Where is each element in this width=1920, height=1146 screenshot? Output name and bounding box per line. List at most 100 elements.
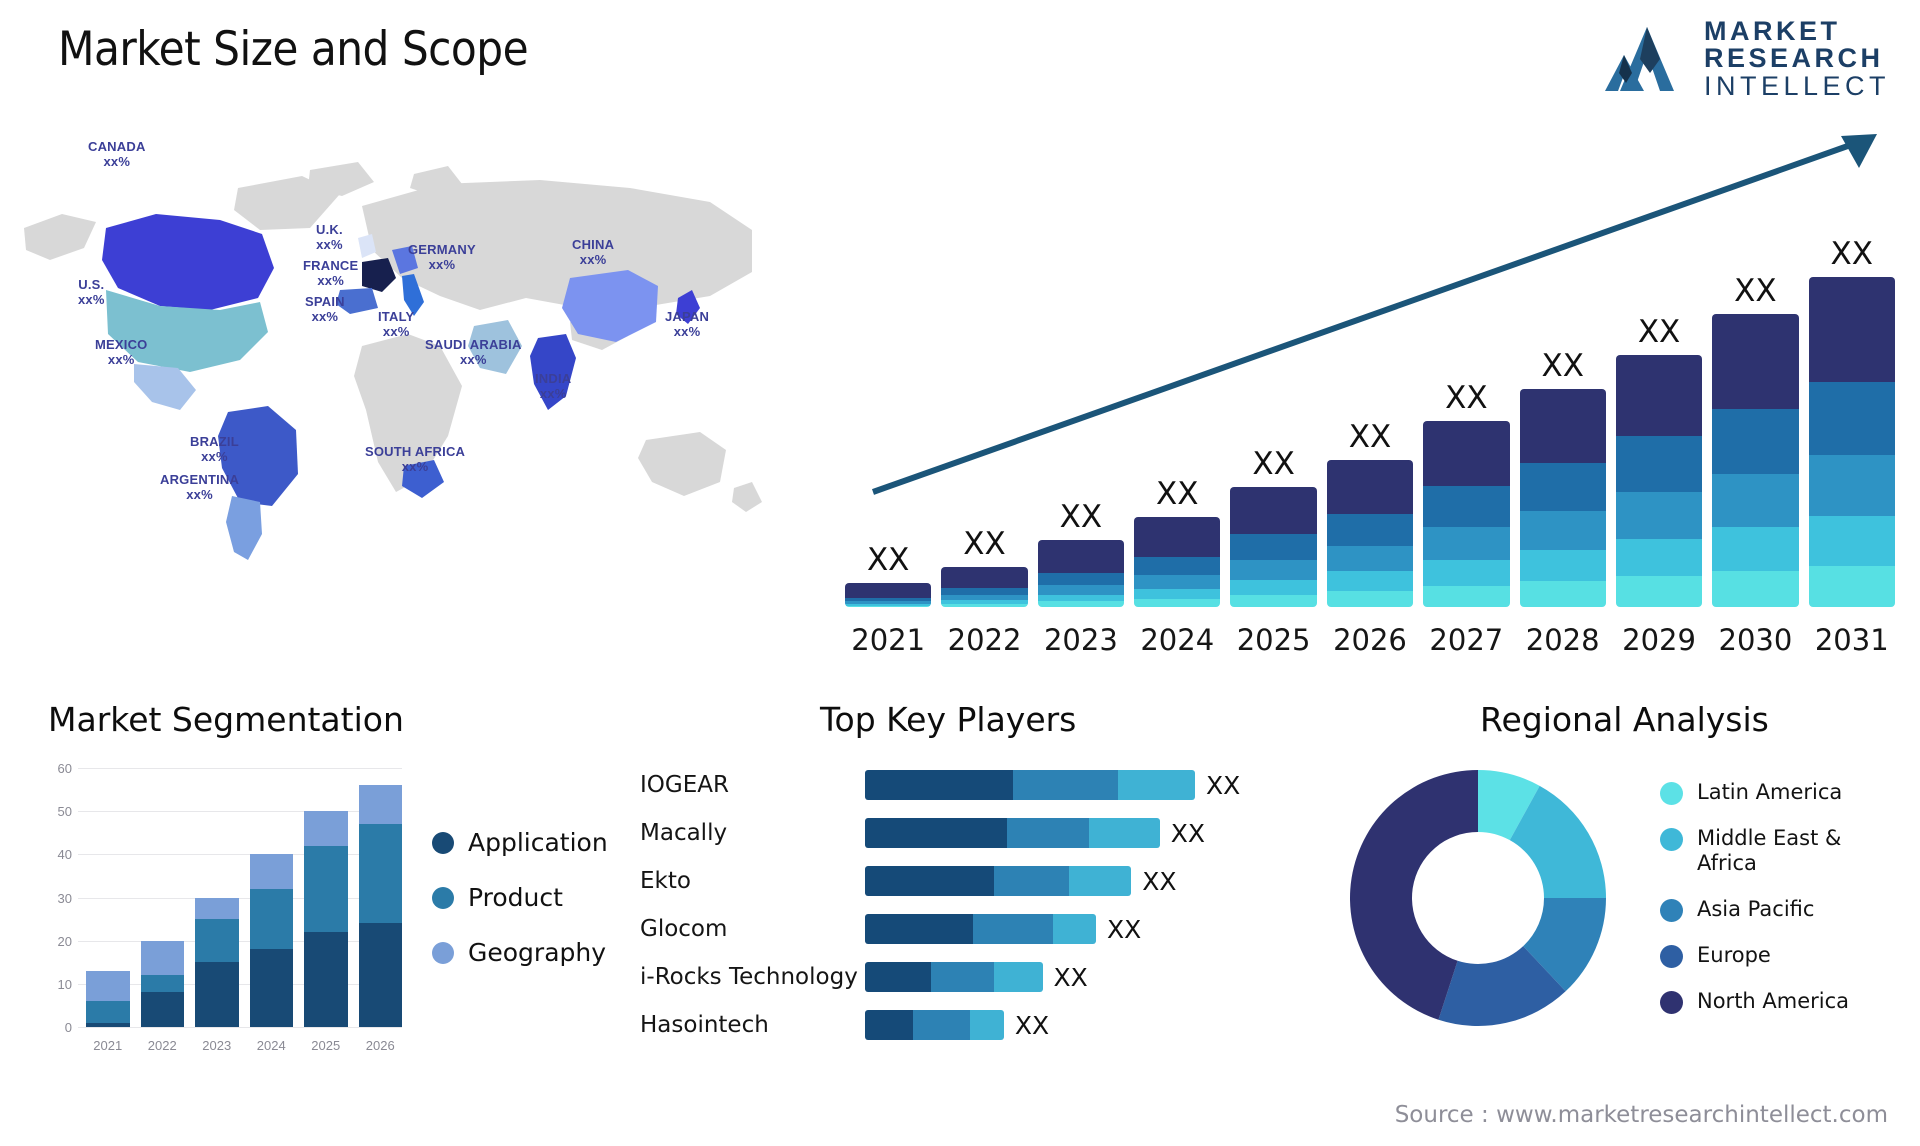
segmentation-bar-column bbox=[140, 768, 184, 1027]
forecast-bar-column: XX bbox=[1808, 217, 1895, 607]
forecast-bar-segment bbox=[1615, 436, 1703, 493]
map-label-country: ITALY bbox=[378, 309, 415, 324]
legend-color-dot-icon bbox=[1660, 898, 1683, 922]
forecast-bar-column: XX bbox=[1037, 217, 1125, 607]
player-value: XX bbox=[1142, 866, 1177, 896]
segmentation-y-tick: 60 bbox=[57, 761, 72, 776]
segmentation-bar-segment bbox=[249, 888, 293, 950]
player-bar-segment bbox=[993, 866, 1069, 896]
player-name: i-Rocks Technology bbox=[640, 964, 858, 990]
forecast-bar-segment bbox=[1808, 381, 1895, 456]
forecast-year-label: 2028 bbox=[1525, 623, 1600, 657]
segmentation-legend-item[interactable]: Product bbox=[432, 883, 608, 912]
segmentation-bar-segment bbox=[86, 970, 130, 1002]
forecast-bar bbox=[1037, 540, 1125, 607]
forecast-bar-segment bbox=[1615, 492, 1703, 539]
forecast-year-label: 2031 bbox=[1814, 623, 1889, 657]
player-bar-segment bbox=[1089, 818, 1160, 848]
forecast-year-label: 2030 bbox=[1718, 623, 1793, 657]
segmentation-y-tick: 20 bbox=[57, 933, 72, 949]
forecast-bar-segment bbox=[1712, 473, 1799, 528]
forecast-bar-column: XX bbox=[1230, 217, 1317, 607]
map-label-value: xx% bbox=[78, 291, 105, 307]
map-label-argentina: ARGENTINA xx% bbox=[160, 472, 239, 503]
player-bar-segment bbox=[993, 962, 1043, 992]
player-name: Ekto bbox=[640, 868, 691, 894]
forecast-bar-segment bbox=[1712, 314, 1799, 409]
forecast-bar bbox=[1808, 277, 1895, 607]
world-map-panel: CANADA xx% U.S. xx% MEXICO xx% BRAZIL xx% ARGENT… bbox=[10, 110, 810, 565]
segmentation-x-label: 2025 bbox=[311, 1038, 341, 1053]
forecast-bar-value: XX bbox=[1348, 419, 1392, 456]
regional-analysis-panel: Regional Analysis Latin America Middle Ea… bbox=[1300, 700, 1910, 1120]
map-label-country: JAPAN bbox=[665, 309, 710, 324]
player-row: Macally XX bbox=[640, 816, 1300, 850]
segmentation-y-tick: 30 bbox=[57, 890, 72, 906]
page-title: Market Size and Scope bbox=[58, 22, 529, 77]
forecast-bar bbox=[1423, 421, 1510, 607]
regional-legend-item[interactable]: Europe bbox=[1660, 943, 1887, 968]
map-label-value: xx% bbox=[311, 308, 339, 324]
segmentation-bar-segment bbox=[195, 897, 239, 920]
forecast-bar-column: XX bbox=[1134, 217, 1221, 607]
forecast-year-label: 2026 bbox=[1333, 623, 1407, 657]
regional-legend-item[interactable]: North America bbox=[1660, 989, 1887, 1014]
regional-donut-chart bbox=[1348, 768, 1608, 1033]
map-label-value: xx% bbox=[428, 256, 456, 272]
legend-color-dot-icon bbox=[432, 831, 454, 854]
segmentation-bar-segment bbox=[86, 1022, 130, 1027]
map-label-value: xx% bbox=[401, 458, 429, 474]
legend-color-dot-icon bbox=[1660, 828, 1683, 851]
forecast-bar-segment bbox=[1423, 559, 1510, 586]
forecast-year-axis: 2021 2022 2023 2024 2025 2026 2027 2028 2029 2030… bbox=[845, 623, 1895, 657]
forecast-bar-value: XX bbox=[1830, 236, 1874, 272]
legend-color-dot-icon bbox=[1660, 782, 1683, 805]
forecast-bar-value: XX bbox=[1637, 314, 1681, 351]
map-label-value: xx% bbox=[107, 351, 135, 367]
segmentation-legend-item[interactable]: Application bbox=[432, 828, 608, 857]
player-bar-segment bbox=[1052, 914, 1096, 944]
forecast-bar-value: XX bbox=[963, 525, 1006, 562]
segmentation-legend-item[interactable]: Geography bbox=[432, 938, 608, 967]
legend-color-dot-icon bbox=[432, 941, 454, 964]
player-bar-segment bbox=[1117, 770, 1195, 800]
forecast-bar bbox=[1615, 355, 1703, 607]
map-region-argentina bbox=[226, 496, 262, 560]
forecast-bar-column: XX bbox=[1712, 217, 1799, 607]
regional-legend-item[interactable]: Middle East & Africa bbox=[1660, 826, 1887, 876]
forecast-bar-segment bbox=[941, 603, 1028, 607]
map-region-china bbox=[562, 270, 658, 342]
map-label-country: INDIA bbox=[535, 371, 572, 386]
forecast-bar-segment bbox=[1808, 277, 1895, 382]
map-label-value: xx% bbox=[186, 486, 213, 502]
forecast-bar-segment bbox=[1230, 595, 1317, 607]
segmentation-bar-column bbox=[358, 768, 402, 1027]
donut-chart-icon bbox=[1350, 770, 1606, 1026]
segmentation-gridline bbox=[78, 1027, 402, 1028]
forecast-bar bbox=[1326, 460, 1414, 607]
player-bar-segment bbox=[1007, 818, 1090, 848]
legend-color-dot-icon bbox=[1660, 990, 1683, 1014]
player-bar-segment bbox=[969, 1010, 1004, 1040]
forecast-bar-segment bbox=[1712, 527, 1799, 571]
segmentation-plot: 0 10 20 30 40 50 60 2021 2022 2023 2024 2025 2026 bbox=[40, 760, 410, 1065]
regional-legend-item[interactable]: Latin America bbox=[1660, 780, 1887, 805]
forecast-bar-segment bbox=[1808, 565, 1895, 607]
player-row: IOGEAR XX bbox=[640, 768, 1300, 802]
forecast-bar-chart: XX XX XX XX XX XX XX XX XX XX XX 2021 2022 2023 2024 2… bbox=[835, 120, 1905, 665]
forecast-bar-segment bbox=[941, 566, 1028, 588]
player-row: Hasointech XX bbox=[640, 1008, 1300, 1042]
player-value: XX bbox=[1206, 770, 1241, 800]
map-label-value: xx% bbox=[539, 385, 567, 401]
forecast-bar-segment bbox=[1326, 513, 1414, 546]
forecast-bar bbox=[1712, 314, 1799, 607]
map-label-country: MEXICO bbox=[95, 337, 148, 352]
map-label-canada: CANADA xx% bbox=[88, 139, 146, 170]
forecast-bar-segment bbox=[1423, 585, 1510, 607]
regional-legend-label: Asia Pacific bbox=[1697, 896, 1815, 921]
mountain-peaks-logo-icon bbox=[1604, 27, 1674, 91]
forecast-year-label: 2029 bbox=[1622, 623, 1696, 657]
regional-legend-item[interactable]: Asia Pacific bbox=[1660, 897, 1887, 922]
legend-color-dot-icon bbox=[432, 886, 454, 909]
map-label-south-africa: SOUTH AFRICA xx% bbox=[365, 444, 465, 475]
